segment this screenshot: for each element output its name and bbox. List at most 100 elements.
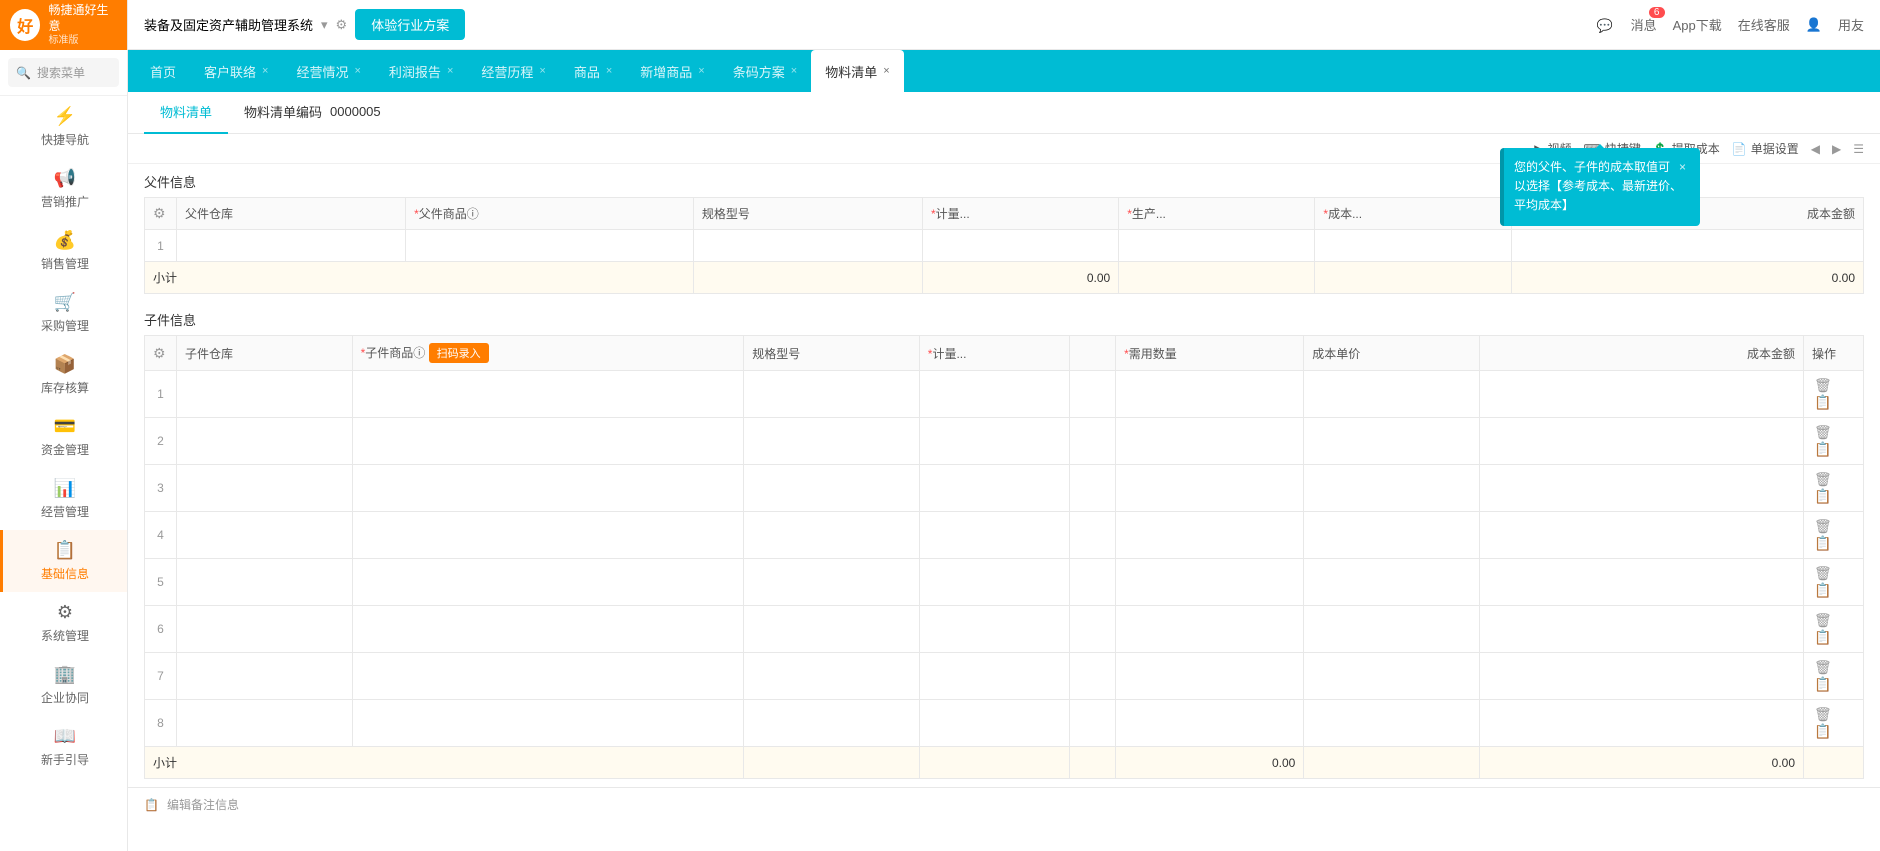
child-warehouse-cell-1[interactable] xyxy=(177,371,353,418)
copy-icon-8[interactable]: 📋 xyxy=(1814,723,1831,739)
child-warehouse-cell-5[interactable] xyxy=(177,559,353,606)
child-spec-cell-8[interactable] xyxy=(744,700,920,747)
delete-icon-3[interactable]: 🗑 xyxy=(1814,471,1832,487)
child-spec-cell-4[interactable] xyxy=(744,512,920,559)
nav-next-icon[interactable]: ▶ xyxy=(1832,142,1841,156)
child-unit-cost-cell-6[interactable] xyxy=(1304,606,1480,653)
copy-icon-1[interactable]: 📋 xyxy=(1814,394,1831,410)
search-menu-button[interactable]: 🔍 搜索菜单 xyxy=(8,58,119,87)
delete-icon-4[interactable]: 🗑 xyxy=(1814,518,1832,534)
copy-icon-7[interactable]: 📋 xyxy=(1814,676,1831,692)
child-product-cell-2[interactable] xyxy=(352,418,744,465)
child-warehouse-cell-8[interactable] xyxy=(177,700,353,747)
sub-tab-bom-list[interactable]: 物料清单 xyxy=(144,92,228,134)
sidebar-item-enterprise[interactable]: 🏢企业协同 xyxy=(0,654,127,716)
tab-close-goods[interactable]: × xyxy=(606,65,612,77)
delete-icon-8[interactable]: 🗑 xyxy=(1814,706,1832,722)
tab-close-customer[interactable]: × xyxy=(262,65,268,77)
parent-unit-cell[interactable] xyxy=(922,230,1118,262)
sidebar-item-system[interactable]: ⚙系统管理 xyxy=(0,592,127,654)
child-spec-cell-1[interactable] xyxy=(744,371,920,418)
child-unit-cell-5[interactable] xyxy=(919,559,1069,606)
copy-icon-2[interactable]: 📋 xyxy=(1814,441,1831,457)
child-product-cell-8[interactable] xyxy=(352,700,744,747)
child-spec-cell-7[interactable] xyxy=(744,653,920,700)
child-product-cell-4[interactable] xyxy=(352,512,744,559)
app-download-btn[interactable]: App下载 xyxy=(1673,15,1722,34)
message-section[interactable]: 💬 6 消息 xyxy=(1597,15,1657,34)
sidebar-item-purchase[interactable]: 🛒采购管理 xyxy=(0,282,127,344)
copy-icon-4[interactable]: 📋 xyxy=(1814,535,1831,551)
scan-input-button[interactable]: 扫码录入 xyxy=(429,343,489,363)
tab-new-goods[interactable]: 新增商品× xyxy=(626,50,718,92)
child-unit-cost-cell-3[interactable] xyxy=(1304,465,1480,512)
child-warehouse-cell-3[interactable] xyxy=(177,465,353,512)
tab-operation-status[interactable]: 经营情况× xyxy=(282,50,374,92)
parent-product-cell[interactable] xyxy=(406,230,694,262)
nav-prev-icon[interactable]: ◀ xyxy=(1811,142,1820,156)
delete-icon-2[interactable]: 🗑 xyxy=(1814,424,1832,440)
child-qty-cell-4[interactable] xyxy=(1116,512,1304,559)
delete-icon-6[interactable]: 🗑 xyxy=(1814,612,1832,628)
tab-barcode[interactable]: 条码方案× xyxy=(719,50,811,92)
child-unit-cost-cell-2[interactable] xyxy=(1304,418,1480,465)
child-unit-cost-cell-7[interactable] xyxy=(1304,653,1480,700)
tab-close-bom[interactable]: × xyxy=(883,65,889,77)
sidebar-item-quick-nav[interactable]: ⚡快捷导航 xyxy=(0,96,127,158)
child-product-cell-6[interactable] xyxy=(352,606,744,653)
child-unit-cell-8[interactable] xyxy=(919,700,1069,747)
sub-tab-bom-code[interactable]: 物料清单编码 0000005 xyxy=(228,92,397,134)
tab-close-profit-report[interactable]: × xyxy=(447,65,453,77)
child-product-cell-3[interactable] xyxy=(352,465,744,512)
sidebar-item-finance[interactable]: 💳资金管理 xyxy=(0,406,127,468)
child-unit-cell-6[interactable] xyxy=(919,606,1069,653)
tooltip-close-button[interactable]: × xyxy=(1679,158,1686,177)
child-unit-cost-cell-8[interactable] xyxy=(1304,700,1480,747)
child-qty-cell-2[interactable] xyxy=(1116,418,1304,465)
child-unit-cost-cell-1[interactable] xyxy=(1304,371,1480,418)
child-warehouse-cell-4[interactable] xyxy=(177,512,353,559)
parent-cost-cell[interactable] xyxy=(1315,230,1511,262)
delete-icon-5[interactable]: 🗑 xyxy=(1814,565,1832,581)
child-spec-cell-2[interactable] xyxy=(744,418,920,465)
copy-icon-6[interactable]: 📋 xyxy=(1814,629,1831,645)
tab-profit-report[interactable]: 利润报告× xyxy=(375,50,467,92)
sidebar-item-guide[interactable]: 📖新手引导 xyxy=(0,716,127,778)
child-qty-cell-3[interactable] xyxy=(1116,465,1304,512)
child-unit-cell-3[interactable] xyxy=(919,465,1069,512)
child-qty-cell-8[interactable] xyxy=(1116,700,1304,747)
child-product-cell-5[interactable] xyxy=(352,559,744,606)
sidebar-item-basic[interactable]: 📋基础信息 xyxy=(0,530,127,592)
tab-close-new-goods[interactable]: × xyxy=(698,65,704,77)
settings-icon[interactable]: ⚙ xyxy=(336,17,348,33)
tab-bom[interactable]: 物料清单× xyxy=(811,50,903,92)
child-warehouse-cell-2[interactable] xyxy=(177,418,353,465)
tab-goods[interactable]: 商品× xyxy=(560,50,626,92)
delete-icon-1[interactable]: 🗑 xyxy=(1814,377,1832,393)
child-unit-cell-7[interactable] xyxy=(919,653,1069,700)
trial-button[interactable]: 体验行业方案 xyxy=(355,9,465,40)
child-qty-cell-7[interactable] xyxy=(1116,653,1304,700)
bill-settings-btn[interactable]: 📄 单据设置 xyxy=(1732,140,1799,157)
child-spec-cell-3[interactable] xyxy=(744,465,920,512)
child-unit-cost-cell-5[interactable] xyxy=(1304,559,1480,606)
delete-icon-7[interactable]: 🗑 xyxy=(1814,659,1832,675)
user-name[interactable]: 用友 xyxy=(1838,15,1864,34)
sidebar-item-operation[interactable]: 📊经营管理 xyxy=(0,468,127,530)
copy-icon-5[interactable]: 📋 xyxy=(1814,582,1831,598)
online-service-btn[interactable]: 在线客服 xyxy=(1738,15,1790,34)
sidebar-item-marketing[interactable]: 📢营销推广 xyxy=(0,158,127,220)
child-spec-cell-5[interactable] xyxy=(744,559,920,606)
child-warehouse-cell-7[interactable] xyxy=(177,653,353,700)
child-qty-cell-1[interactable] xyxy=(1116,371,1304,418)
copy-icon-3[interactable]: 📋 xyxy=(1814,488,1831,504)
tab-close-operation-status[interactable]: × xyxy=(354,65,360,77)
tab-close-operation-history[interactable]: × xyxy=(539,65,545,77)
tab-home[interactable]: 首页 xyxy=(136,50,190,92)
parent-spec-cell[interactable] xyxy=(693,230,922,262)
sidebar-item-sales[interactable]: 💰销售管理 xyxy=(0,220,127,282)
tab-customer[interactable]: 客户联络× xyxy=(190,50,282,92)
expand-icon[interactable]: ☰ xyxy=(1853,142,1864,156)
child-product-cell-1[interactable] xyxy=(352,371,744,418)
tab-operation-history[interactable]: 经营历程× xyxy=(467,50,559,92)
